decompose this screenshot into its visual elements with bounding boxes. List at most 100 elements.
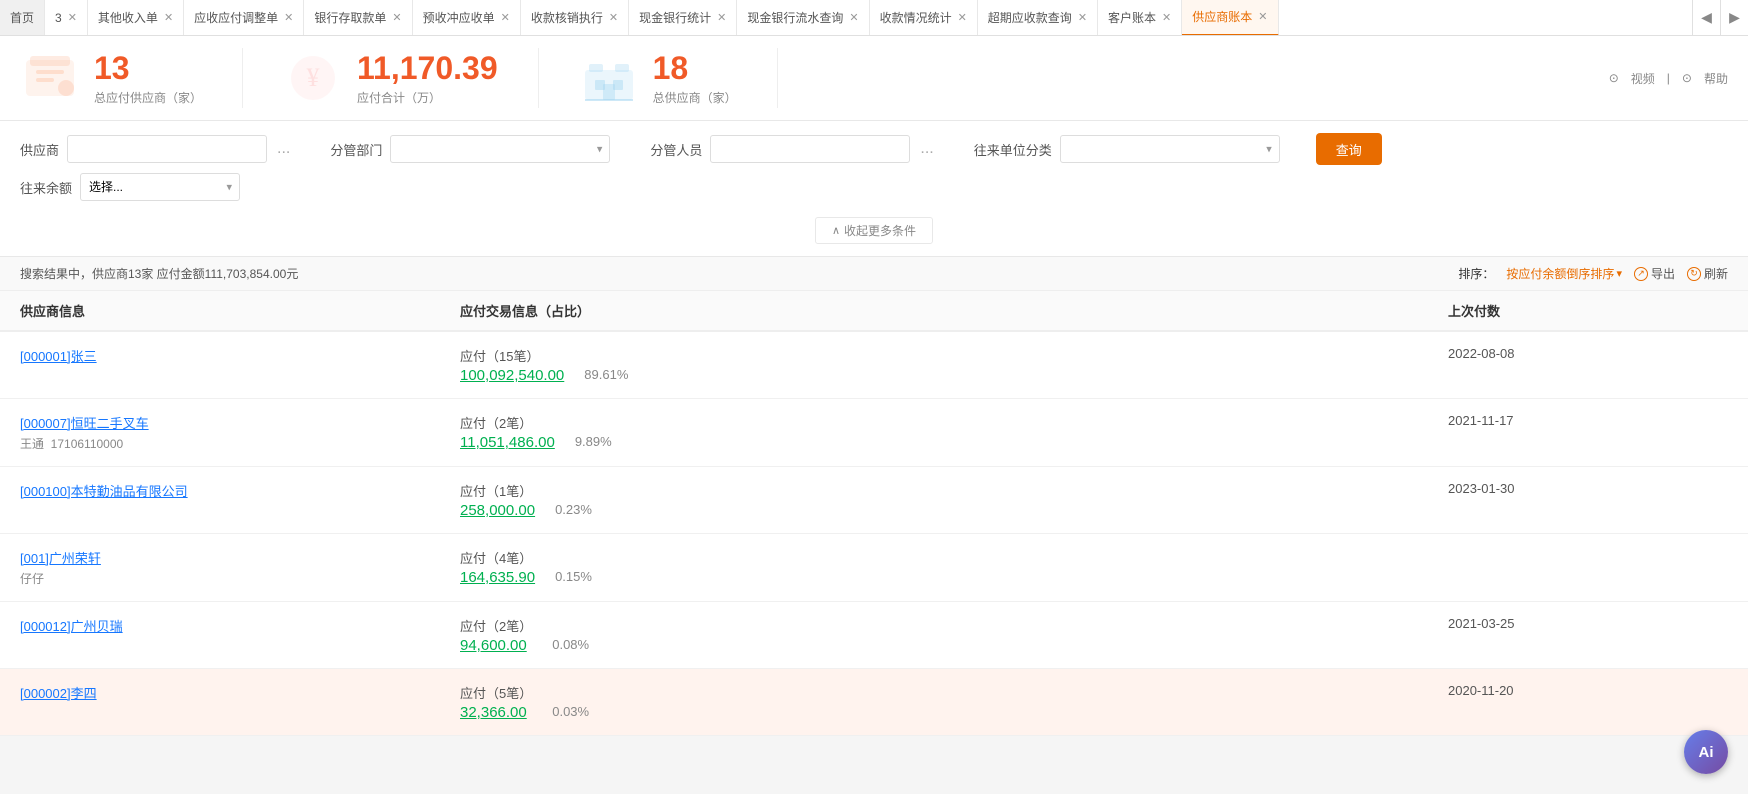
department-select[interactable] [390,135,610,163]
nav-tab-overdue-ar-label: 超期应收款查询 [988,9,1072,26]
filter-item-supplier: 供应商 ... [20,135,290,163]
close-tab-receipt-stat[interactable]: ✕ [958,11,967,24]
transaction-amount-000012[interactable]: 94,600.00 [460,637,532,654]
supplier-info-000001: [000001]张三 [20,346,460,365]
transaction-block-000001: 应付（15笔） 100,092,540.00 [460,346,564,384]
sort-select-wrap[interactable]: 按应付余额倒序排序 ▾ [1506,265,1622,282]
transaction-info-000100: 应付（1笔） 258,000.00 0.23% [460,481,1448,519]
supplier-link-001[interactable]: [001]广州荣轩 [20,551,101,566]
manager-dots[interactable]: ... [920,140,933,158]
supplier-input[interactable] [67,135,267,163]
filter-item-manager: 分管人员 ... [650,135,933,163]
stat-content-payable-suppliers: 13 总应付供应商（家） [94,50,202,106]
transaction-info-000002: 应付（5笔） 32,366.00 0.03% [460,683,1448,721]
filter-label-balance: 往来余额 [20,178,72,197]
nav-tab-cash-bank-stat[interactable]: 现金银行统计 ✕ [629,0,737,36]
nav-tab-cash-bank-stat-label: 现金银行统计 [639,9,711,26]
filter-label-category: 往来单位分类 [974,140,1052,159]
supplier-info-000100: [000100]本特勤油品有限公司 [20,481,460,500]
filter-item-department: 分管部门 [330,135,610,163]
sort-arrow-icon: ▾ [1616,267,1622,280]
close-tab-ar-ap-adjust[interactable]: ✕ [284,11,293,24]
supplier-dots[interactable]: ... [277,140,290,158]
stat-payable-suppliers: 13 总应付供应商（家） [20,48,243,108]
nav-tab-bank-deposit[interactable]: 银行存取款单 ✕ [304,0,412,36]
sort-label: 排序： [1458,265,1494,282]
refresh-button[interactable]: ↻ 刷新 [1687,265,1728,282]
sort-value[interactable]: 按应付余额倒序排序 [1506,265,1614,282]
nav-tab-supplier-ledger[interactable]: 供应商账本 ✕ [1182,0,1278,36]
table-header: 供应商信息 应付交易信息（占比） 上次付数 [0,291,1748,332]
export-label: 导出 [1651,265,1675,282]
close-tab-bank-deposit[interactable]: ✕ [392,11,401,24]
nav-tab-cash-bank-flow[interactable]: 现金银行流水查询 ✕ [737,0,869,36]
collapse-button[interactable]: ∧ 收起更多条件 [815,217,933,244]
supplier-link-000007[interactable]: [000007]恒旺二手叉车 [20,416,149,431]
close-tab-supplier-ledger[interactable]: ✕ [1258,10,1267,23]
nav-next-button[interactable]: ▶ [1720,0,1748,36]
query-button[interactable]: 查询 [1316,133,1382,165]
close-tab-other-income[interactable]: ✕ [164,11,173,24]
transaction-info-001: 应付（4笔） 164,635.90 0.15% [460,548,1448,586]
transaction-amount-000100[interactable]: 258,000.00 [460,502,535,519]
nav-tab-receipt-exec[interactable]: 收款核销执行 ✕ [521,0,629,36]
supplier-link-000012[interactable]: [000012]广州贝瑞 [20,619,123,634]
close-tab-3[interactable]: ✕ [68,11,77,24]
category-select-wrap [1060,135,1280,163]
close-tab-customer-ledger[interactable]: ✕ [1162,11,1171,24]
close-tab-prepay-ar[interactable]: ✕ [501,11,510,24]
supplier-link-000100[interactable]: [000100]本特勤油品有限公司 [20,484,188,499]
export-button[interactable]: ↗ 导出 [1634,265,1675,282]
close-tab-overdue-ar[interactable]: ✕ [1078,11,1087,24]
manager-input[interactable] [710,135,910,163]
nav-tab-ar-ap-adjust[interactable]: 应收应付调整单 ✕ [184,0,304,36]
supplier-info-000007: [000007]恒旺二手叉车 王通 17106110000 [20,413,460,452]
stat-icon-total-suppliers [579,48,639,108]
stat-label-payable-suppliers: 总应付供应商（家） [94,89,202,106]
stat-icon-payable-suppliers [20,48,80,108]
supplier-link-000001[interactable]: [000001]张三 [20,349,97,364]
stat-label-payable-total: 应付合计（万） [357,89,498,106]
stat-content-total-suppliers: 18 总供应商（家） [653,50,737,106]
last-pay-date-000007: 2021-11-17 [1448,413,1514,428]
table-row: [000012]广州贝瑞 应付（2笔） 94,600.00 0.08% 2021… [0,602,1748,669]
video-link[interactable]: 视频 [1631,70,1655,87]
nav-tab-ar-ap-adjust-label: 应收应付调整单 [194,9,278,26]
nav-tab-other-income[interactable]: 其他收入单 ✕ [88,0,184,36]
table-row: [000007]恒旺二手叉车 王通 17106110000 应付（2笔） 11,… [0,399,1748,467]
last-pay-date-000002: 2020-11-20 [1448,683,1514,698]
close-tab-cash-bank-flow[interactable]: ✕ [849,11,858,24]
help-link[interactable]: 帮助 [1704,70,1728,87]
transaction-label-000007: 应付（2笔） [460,413,555,432]
balance-select[interactable]: 选择... [80,173,240,201]
nav-tab-overdue-ar[interactable]: 超期应收款查询 ✕ [978,0,1098,36]
supplier-contact-000007: 王通 17106110000 [20,435,460,452]
nav-tab-customer-ledger[interactable]: 客户账本 ✕ [1098,0,1182,36]
nav-tab-home[interactable]: 首页 [0,0,45,36]
nav-tab-receipt-stat[interactable]: 收款情况统计 ✕ [870,0,978,36]
main-content: 供应商信息 应付交易信息（占比） 上次付数 [000001]张三 应付（15笔）… [0,291,1748,736]
filter-label-department: 分管部门 [330,140,382,159]
nav-tab-receipt-stat-label: 收款情况统计 [880,9,952,26]
supplier-name-000012: [000012]广州贝瑞 [20,616,460,635]
transaction-detail-000007: 应付（2笔） 11,051,486.00 9.89% [460,413,1448,451]
close-tab-receipt-exec[interactable]: ✕ [609,11,618,24]
data-table: 供应商信息 应付交易信息（占比） 上次付数 [000001]张三 应付（15笔）… [0,291,1748,736]
transaction-block-000007: 应付（2笔） 11,051,486.00 [460,413,555,451]
nav-tab-3[interactable]: 3 ✕ [45,0,88,36]
nav-tab-prepay-ar-label: 预收冲应收单 [423,9,495,26]
transaction-amount-000001[interactable]: 100,092,540.00 [460,367,564,384]
nav-prev-button[interactable]: ◀ [1692,0,1720,36]
close-tab-cash-bank-stat[interactable]: ✕ [717,11,726,24]
transaction-amount-000002[interactable]: 32,366.00 [460,704,532,721]
stat-total-suppliers: 18 总供应商（家） [579,48,778,108]
balance-select-wrap: 选择... [80,173,240,201]
nav-tab-prepay-ar[interactable]: 预收冲应收单 ✕ [413,0,521,36]
transaction-amount-001[interactable]: 164,635.90 [460,569,535,586]
col-header-supplier: 供应商信息 [20,301,460,320]
last-pay-date-000012: 2021-03-25 [1448,616,1515,631]
supplier-link-000002[interactable]: [000002]李四 [20,686,97,701]
category-select[interactable] [1060,135,1280,163]
transaction-percent-000001: 89.61% [584,367,628,384]
transaction-amount-000007[interactable]: 11,051,486.00 [460,434,555,451]
